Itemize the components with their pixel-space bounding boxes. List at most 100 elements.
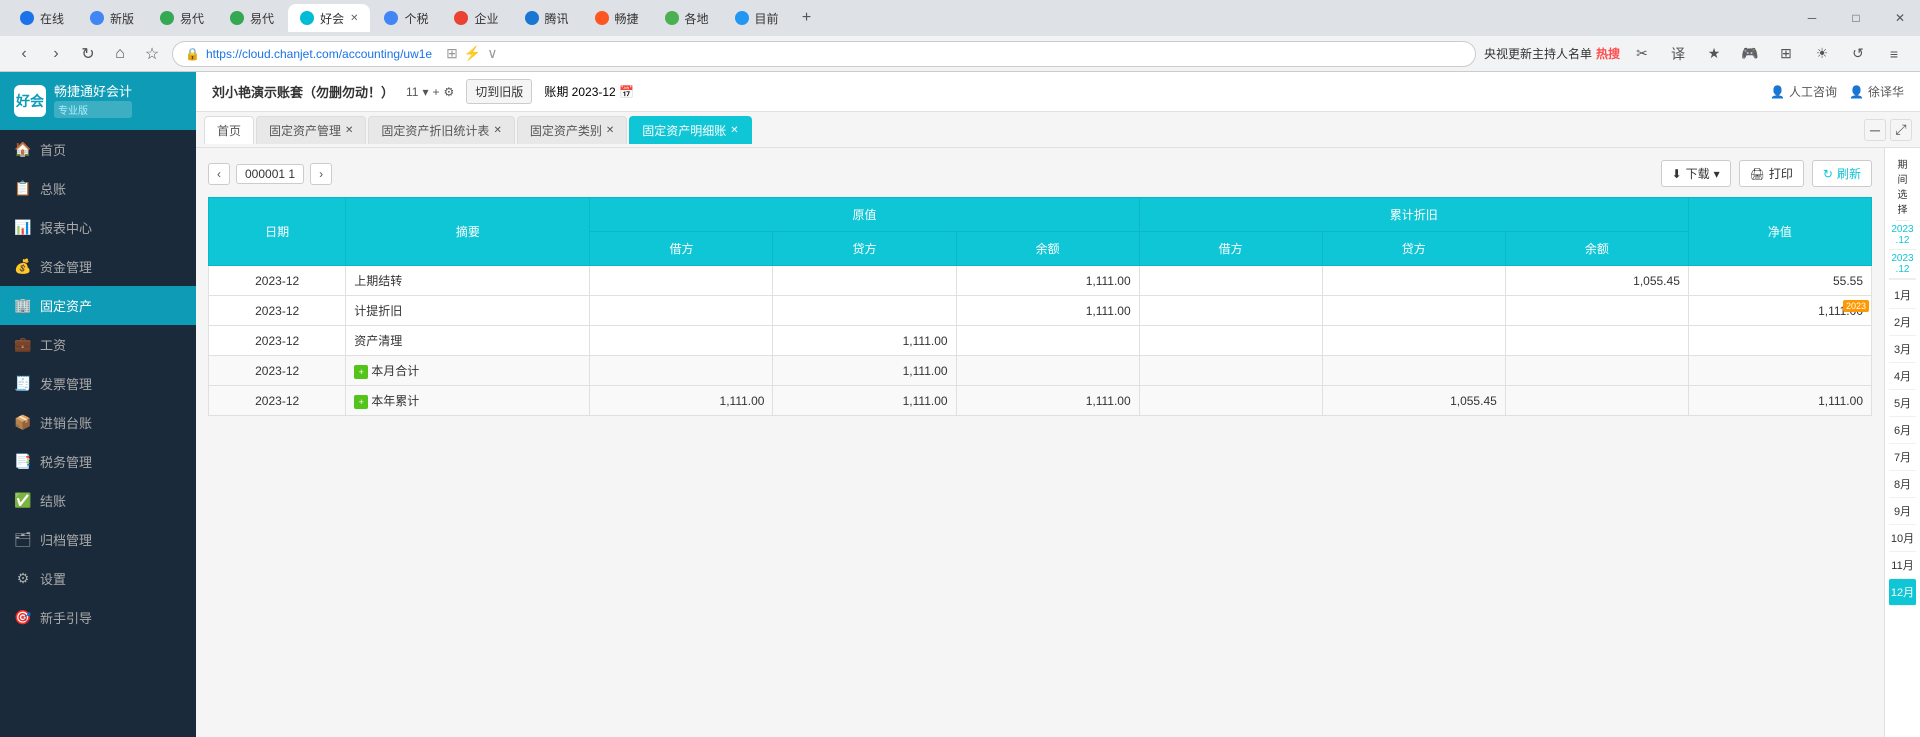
browser-tab-gedi[interactable]: 各地 <box>653 4 721 32</box>
company-name: 刘小艳演示账套（勿删勿动！） <box>212 82 394 101</box>
sidebar-item-funds[interactable]: 💰 资金管理 <box>0 247 196 286</box>
close-tab-haohui-icon[interactable]: ✕ <box>350 13 358 24</box>
browser-tab-geshui[interactable]: 个税 <box>372 4 440 32</box>
add-company-btn[interactable]: + <box>433 85 440 99</box>
month-10[interactable]: 10月 <box>1889 525 1916 552</box>
month-4[interactable]: 4月 <box>1889 363 1916 390</box>
new-tab-button[interactable]: + <box>793 4 821 32</box>
month-7[interactable]: 7月 <box>1889 444 1916 471</box>
tab-controls: ─ ⤢ <box>1864 119 1912 141</box>
page-info: 000001 1 <box>236 164 304 184</box>
refresh-button[interactable]: ↻ 刷新 <box>1812 160 1872 187</box>
browser-tab-new1[interactable]: 新版 <box>78 4 146 32</box>
sidebar-item-ledger[interactable]: 📋 总账 <box>0 169 196 208</box>
url-input[interactable]: 🔒 https://cloud.chanjet.com/accounting/u… <box>172 41 1476 67</box>
month-9[interactable]: 9月 <box>1889 498 1916 525</box>
sidebar-item-guide[interactable]: 🎯 新手引导 <box>0 598 196 637</box>
sidebar-item-tax[interactable]: 📑 税务管理 <box>0 442 196 481</box>
browser-tab-online[interactable]: 在线 <box>8 4 76 32</box>
period-panel-title[interactable]: 期 间 选 择 <box>1896 152 1910 221</box>
print-icon: 🖨 <box>1750 167 1765 181</box>
menu-btn[interactable]: ≡ <box>1880 40 1908 68</box>
next-page-button[interactable]: › <box>310 163 332 185</box>
expand-panel-button[interactable]: ⤢ <box>1890 119 1912 141</box>
switch-version-button[interactable]: 切到旧版 <box>466 79 532 104</box>
sidebar-logo: 好会 畅捷通好会计 专业版 <box>0 72 196 130</box>
top-bar-actions: 👤 人工咨询 👤 徐译华 <box>1770 83 1904 100</box>
print-button[interactable]: 🖨 打印 <box>1739 160 1804 187</box>
browser-tab-changjie[interactable]: 畅捷 <box>583 4 651 32</box>
sidebar-item-home[interactable]: 🏠 首页 <box>0 130 196 169</box>
user-profile[interactable]: 👤 徐译华 <box>1849 83 1904 100</box>
month-3[interactable]: 3月 <box>1889 336 1916 363</box>
sidebar-item-reports[interactable]: 📊 报表中心 <box>0 208 196 247</box>
close-window-button[interactable]: ✕ <box>1880 0 1920 36</box>
toolbar-actions: ⬇ 下载 ▾ 🖨 打印 ↻ 刷新 <box>1661 160 1872 187</box>
tab-home[interactable]: 首页 <box>204 116 254 144</box>
main-content: 刘小艳演示账套（勿删勿动！） 11 ▾ + ⚙ 切到旧版 账期 2023-12 … <box>196 72 1920 737</box>
month-1[interactable]: 1月 <box>1889 282 1916 309</box>
tab-asset-ledger[interactable]: 固定资产明细账 ✕ <box>629 116 751 144</box>
close-tab-fixed-asset-mgmt-icon[interactable]: ✕ <box>345 125 353 136</box>
tab-asset-category[interactable]: 固定资产类别 ✕ <box>517 116 627 144</box>
refresh-button[interactable]: ↻ <box>76 42 100 66</box>
month-8[interactable]: 8月 <box>1889 471 1916 498</box>
right-period-panel: 期 间 选 择 2023 .12 2023 .12 1月 2月 3月 4 <box>1884 148 1920 737</box>
tab-fixed-asset-mgmt[interactable]: 固定资产管理 ✕ <box>256 116 366 144</box>
sidebar-item-fixed-assets[interactable]: 🏢 固定资产 <box>0 286 196 325</box>
settings-icon[interactable]: ⚙ <box>444 85 455 99</box>
sidebar-item-closing[interactable]: ✅ 结账 <box>0 481 196 520</box>
table-row-monthly-total: 2023-12 +本月合计 1,111.00 <box>209 356 1872 386</box>
sidebar-item-archive[interactable]: 🗂 归档管理 <box>0 520 196 559</box>
sidebar-item-payroll[interactable]: 💼 工资 <box>0 325 196 364</box>
month-6[interactable]: 6月 <box>1889 417 1916 444</box>
game-btn[interactable]: 🎮 <box>1736 40 1764 68</box>
th-net-value: 净值 <box>1688 198 1871 266</box>
th-orig-credit: 贷方 <box>773 232 956 266</box>
browser-tab-yidai2[interactable]: 易代 <box>218 4 286 32</box>
start-period[interactable]: 2023 .12 <box>1889 221 1915 250</box>
star-btn[interactable]: ★ <box>1700 40 1728 68</box>
tab-depreciation-stats[interactable]: 固定资产折旧统计表 ✕ <box>368 116 514 144</box>
grid-btn[interactable]: ⊞ <box>1772 40 1800 68</box>
browser-tab-haohui[interactable]: 好会 ✕ <box>288 4 370 32</box>
minimize-panel-button[interactable]: ─ <box>1864 119 1886 141</box>
download-button[interactable]: ⬇ 下载 ▾ <box>1661 160 1731 187</box>
month-12[interactable]: 12月 <box>1889 579 1916 606</box>
month-5[interactable]: 5月 <box>1889 390 1916 417</box>
content-main: ‹ 000001 1 › ⬇ 下载 ▾ <box>196 148 1884 737</box>
sidebar-item-settings[interactable]: ⚙ 设置 <box>0 559 196 598</box>
browser-tab-tencent[interactable]: 腾讯 <box>513 4 581 32</box>
sidebar-item-purchase-sales[interactable]: 📦 进销台账 <box>0 403 196 442</box>
th-orig-debit: 借方 <box>590 232 773 266</box>
back-button[interactable]: ‹ <box>12 42 36 66</box>
browser-tab-yidai1[interactable]: 易代 <box>148 4 216 32</box>
customer-service-link[interactable]: 👤 人工咨询 <box>1770 83 1837 100</box>
scissors-btn[interactable]: ✂ <box>1628 40 1656 68</box>
minimize-button[interactable]: ─ <box>1792 0 1832 36</box>
close-tab-asset-category-icon[interactable]: ✕ <box>606 125 614 136</box>
reports-icon: 📊 <box>14 218 32 236</box>
maximize-button[interactable]: □ <box>1836 0 1876 36</box>
sidebar-item-invoice[interactable]: 🧾 发票管理 <box>0 364 196 403</box>
period-value[interactable]: 2023-12 <box>572 85 616 99</box>
purchase-sales-icon: 📦 <box>14 413 32 431</box>
undo-btn[interactable]: ↺ <box>1844 40 1872 68</box>
close-tab-depreciation-stats-icon[interactable]: ✕ <box>493 125 501 136</box>
prev-page-button[interactable]: ‹ <box>208 163 230 185</box>
close-tab-asset-ledger-icon[interactable]: ✕ <box>730 125 738 136</box>
archive-icon: 🗂 <box>14 530 32 548</box>
home-button[interactable]: ⌂ <box>108 42 132 66</box>
end-period[interactable]: 2023 .12 <box>1889 250 1915 279</box>
address-bar: ‹ › ↻ ⌂ ☆ 🔒 https://cloud.chanjet.com/ac… <box>0 36 1920 72</box>
th-date: 日期 <box>209 198 346 266</box>
browser-tab-qiye[interactable]: 企业 <box>442 4 510 32</box>
tax-icon: 📑 <box>14 452 32 470</box>
sun-btn[interactable]: ☀ <box>1808 40 1836 68</box>
translate-btn[interactable]: 译 <box>1664 40 1692 68</box>
browser-tab-muqian[interactable]: 目前 <box>723 4 791 32</box>
month-2[interactable]: 2月 <box>1889 309 1916 336</box>
month-11[interactable]: 11月 <box>1889 552 1916 579</box>
bookmark-button[interactable]: ☆ <box>140 42 164 66</box>
forward-button[interactable]: › <box>44 42 68 66</box>
